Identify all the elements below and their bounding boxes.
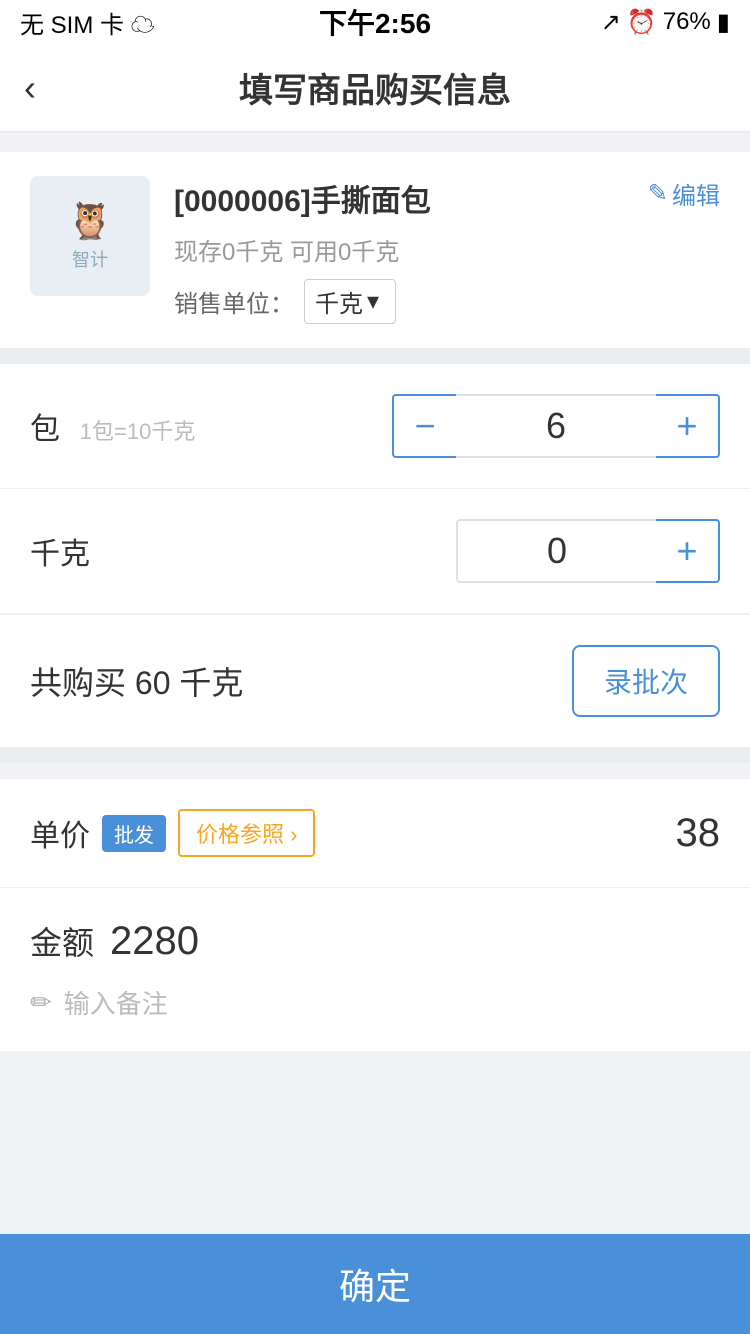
batch-tag: 批发 [102,815,166,852]
product-image: 🦉 智计 [30,176,150,296]
battery-level: 76% [663,8,711,36]
amount-row: 金额 2280 [30,918,720,964]
price-value: 38 [676,811,721,856]
kg-quantity-input[interactable] [456,519,656,583]
product-unit: 销售单位： 千克 ▾ [174,279,720,324]
product-info: [0000006]手撕面包 ✎ 编辑 现存0千克 可用0千克 销售单位： 千克 … [174,176,720,324]
bao-decrement-button[interactable]: − [392,394,456,458]
kg-label-group: 千克 [30,529,90,573]
bao-label-group: 包 1包=10千克 [30,404,195,448]
price-section: 单价 批发 价格参照 › 38 金额 2280 ✏ 输入备注 [0,779,750,1051]
bao-label: 包 [30,413,60,446]
edit-label: 编辑 [672,176,720,211]
product-image-inner: 🦉 智计 [68,200,113,272]
remark-row[interactable]: ✏ 输入备注 [30,984,720,1021]
location-icon: ↗ [601,8,621,37]
product-stock: 现存0千克 可用0千克 [174,232,720,267]
bao-quantity-row: 包 1包=10千克 − + [0,364,750,489]
alarm-icon: ⏰ [627,8,657,37]
battery-icon: ▮ [717,8,730,37]
sim-label: 无 SIM 卡 ☁ [20,5,155,40]
price-left: 单价 批发 价格参照 › [30,809,315,857]
status-left: 无 SIM 卡 ☁ [20,5,155,40]
amount-label: 金额 [30,918,94,964]
nav-bar: ‹ 填写商品购买信息 [0,44,750,132]
unit-label: 销售单位： [174,284,294,319]
record-batch-button[interactable]: 录批次 [572,645,720,717]
unit-select[interactable]: 千克 ▾ [304,279,396,324]
kg-quantity-row: 千克 + [0,489,750,614]
total-label: 共购买 60 千克 [30,658,243,704]
section-divider-1 [0,348,750,364]
back-button[interactable]: ‹ [24,67,36,109]
amount-value: 2280 [110,919,199,964]
kg-label: 千克 [30,538,90,571]
confirm-button[interactable]: 确定 [0,1234,750,1334]
bao-quantity-control: − + [392,394,720,458]
price-row: 单价 批发 价格参照 › 38 [0,779,750,888]
amount-section: 金额 2280 ✏ 输入备注 [0,888,750,1051]
bottom-padding [0,1051,750,1171]
section-divider-2 [0,747,750,763]
total-row: 共购买 60 千克 录批次 [0,614,750,747]
status-time: 下午2:56 [319,2,431,42]
product-card: 🦉 智计 [0000006]手撕面包 ✎ 编辑 现存0千克 可用0千克 销售单位… [0,152,750,348]
remark-placeholder[interactable]: 输入备注 [64,984,168,1021]
pencil-icon: ✏ [30,987,52,1018]
price-label: 单价 [30,811,90,855]
status-right: ↗ ⏰ 76% ▮ [601,8,730,37]
bao-section: 包 1包=10千克 − + 千克 + 共购买 60 千克 录批次 [0,364,750,747]
dropdown-icon: ▾ [367,287,379,316]
unit-value: 千克 [315,284,363,319]
price-ref-button[interactable]: 价格参照 › [178,809,315,857]
bao-hint: 1包=10千克 [80,419,196,444]
kg-quantity-control: + [456,519,720,583]
status-bar: 无 SIM 卡 ☁ 下午2:56 ↗ ⏰ 76% ▮ [0,0,750,44]
product-header: [0000006]手撕面包 ✎ 编辑 [174,176,720,220]
product-name: [0000006]手撕面包 [174,176,431,220]
page-title: 填写商品购买信息 [239,63,511,112]
bao-increment-button[interactable]: + [656,394,720,458]
edit-button[interactable]: ✎ 编辑 [648,176,720,211]
brand-label: 智计 [72,246,108,272]
kg-increment-button[interactable]: + [656,519,720,583]
bao-quantity-input[interactable] [456,394,656,458]
owl-icon: 🦉 [68,200,113,242]
edit-icon: ✎ [648,179,668,208]
